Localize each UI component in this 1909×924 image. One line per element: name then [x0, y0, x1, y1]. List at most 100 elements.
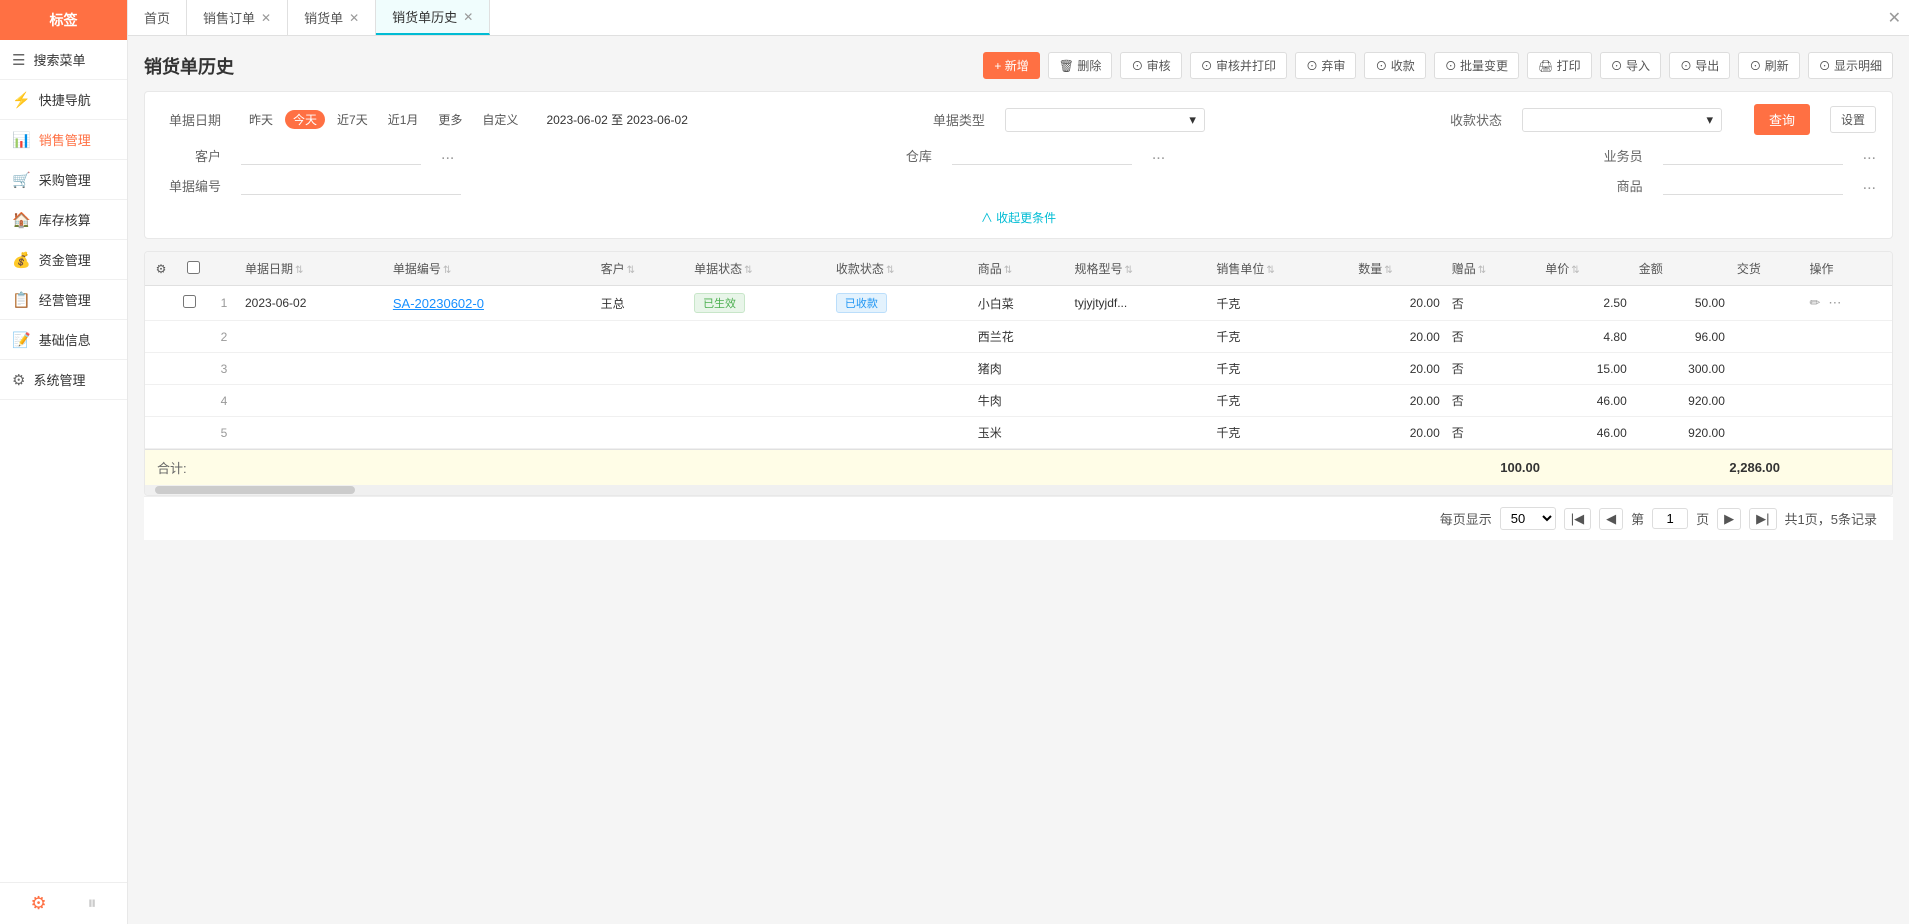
cell-check[interactable]: [177, 286, 209, 321]
row-checkbox[interactable]: [183, 295, 196, 308]
sidebar-item-label: 销售管理: [39, 130, 91, 149]
col-check-header[interactable]: [177, 252, 209, 286]
tab-sales-history[interactable]: 销货单历史 ✕: [376, 0, 490, 35]
sidebar-item-system-mgmt[interactable]: ⚙ 系统管理: [0, 360, 127, 400]
doc-no-input[interactable]: [241, 175, 461, 195]
date-filter-label: 单据日期: [161, 110, 221, 129]
col-unit-header[interactable]: 销售单位⇅: [1210, 252, 1352, 286]
tab-sales-delivery[interactable]: 销货单 ✕: [288, 0, 376, 35]
tab-sales-history-close[interactable]: ✕: [463, 10, 473, 24]
salesperson-dots[interactable]: ...: [1863, 146, 1876, 164]
col-collect-status-header[interactable]: 收款状态⇅: [830, 252, 972, 286]
col-gift-header[interactable]: 赠品⇅: [1446, 252, 1540, 286]
cell-collect-status: 已收款: [830, 286, 972, 321]
settings-button[interactable]: 设置: [1830, 106, 1876, 133]
tab-bar-close-all[interactable]: ✕: [1888, 8, 1909, 28]
export-button[interactable]: ⊙ 导出: [1669, 52, 1730, 79]
cell-action[interactable]: [1803, 321, 1892, 353]
edit-icon[interactable]: ✏: [1809, 295, 1820, 311]
tab-home[interactable]: 首页: [128, 0, 187, 35]
first-page-button[interactable]: |◀: [1564, 508, 1591, 530]
more-icon[interactable]: ⋯: [1828, 295, 1841, 311]
finance-icon: 💰: [12, 251, 31, 269]
cell-check[interactable]: [177, 321, 209, 353]
sidebar-item-operations[interactable]: 📋 经营管理: [0, 280, 127, 320]
tab-sales-delivery-close[interactable]: ✕: [349, 11, 359, 25]
customer-input[interactable]: [241, 145, 421, 165]
scrollbar-thumb[interactable]: [155, 486, 355, 494]
col-trade-header: 交货: [1731, 252, 1804, 286]
sidebar-item-finance[interactable]: 💰 资金管理: [0, 240, 127, 280]
sidebar-item-label: 系统管理: [33, 370, 85, 389]
sidebar-settings-icon[interactable]: ⚙: [30, 893, 46, 914]
display-button[interactable]: ⊙ 显示明细: [1808, 52, 1893, 79]
next-page-button[interactable]: ▶: [1717, 508, 1741, 530]
date-pill-today[interactable]: 今天: [285, 110, 325, 129]
date-pill-yesterday[interactable]: 昨天: [241, 110, 281, 129]
cell-date: [239, 385, 387, 417]
prev-page-button[interactable]: ◀: [1599, 508, 1623, 530]
goods-dots[interactable]: ...: [1863, 176, 1876, 194]
print-button[interactable]: 🖨 打印: [1527, 52, 1592, 79]
col-amount-header[interactable]: 金额: [1633, 252, 1731, 286]
collect-button[interactable]: ⊙ 收款: [1364, 52, 1425, 79]
cell-check[interactable]: [177, 417, 209, 449]
refresh-button[interactable]: ⊙ 刷新: [1738, 52, 1799, 79]
sidebar-item-sales-mgmt[interactable]: 📊 销售管理: [0, 120, 127, 160]
customer-dots[interactable]: ...: [441, 146, 454, 164]
abandon-button[interactable]: ⊙ 弃审: [1295, 52, 1356, 79]
sidebar-item-purchase-mgmt[interactable]: 🛒 采购管理: [0, 160, 127, 200]
cell-no[interactable]: SA-20230602-0: [387, 286, 595, 321]
tab-sales-order[interactable]: 销售订单 ✕: [187, 0, 288, 35]
sidebar-item-inventory[interactable]: 🏠 库存核算: [0, 200, 127, 240]
collect-status-select[interactable]: ▾: [1522, 108, 1722, 132]
warehouse-input[interactable]: [952, 145, 1132, 165]
goods-input[interactable]: [1663, 175, 1843, 195]
salesperson-input[interactable]: [1663, 145, 1843, 165]
cell-action[interactable]: [1803, 353, 1892, 385]
page-number-input[interactable]: [1652, 508, 1688, 529]
warehouse-dots[interactable]: ...: [1152, 146, 1165, 164]
col-customer-header[interactable]: 客户⇅: [595, 252, 689, 286]
new-button[interactable]: + 新增: [983, 52, 1039, 79]
col-doc-status-header[interactable]: 单据状态⇅: [688, 252, 830, 286]
doc-type-select[interactable]: ▾: [1005, 108, 1205, 132]
tab-sales-order-close[interactable]: ✕: [261, 11, 271, 25]
cell-check[interactable]: [177, 385, 209, 417]
date-pill-7days[interactable]: 近7天: [329, 110, 376, 129]
cell-customer: 王总: [595, 286, 689, 321]
col-no-header[interactable]: 单据编号⇅: [387, 252, 595, 286]
last-page-button[interactable]: ▶|: [1749, 508, 1776, 530]
col-spec-header[interactable]: 规格型号⇅: [1069, 252, 1211, 286]
per-page-select[interactable]: 50 20 100: [1500, 507, 1556, 530]
batch-change-button[interactable]: ⊙ 批量变更: [1434, 52, 1519, 79]
audit-button[interactable]: ⊙ 审核: [1120, 52, 1181, 79]
col-settings-header[interactable]: ⚙: [145, 252, 177, 286]
select-all-checkbox[interactable]: [187, 261, 200, 274]
date-pill-custom[interactable]: 自定义: [474, 110, 526, 129]
horizontal-scrollbar[interactable]: [145, 485, 1892, 495]
cell-action[interactable]: [1803, 385, 1892, 417]
sidebar-collapse-icon[interactable]: ⏸: [88, 893, 97, 914]
sidebar-item-search-menu[interactable]: ☰ 搜索菜单: [0, 40, 127, 80]
date-pill-more[interactable]: 更多: [430, 110, 470, 129]
sidebar-item-quick-nav[interactable]: ⚡ 快捷导航: [0, 80, 127, 120]
cell-action[interactable]: [1803, 417, 1892, 449]
col-goods-header[interactable]: 商品⇅: [972, 252, 1069, 286]
date-pill-1month[interactable]: 近1月: [380, 110, 427, 129]
search-menu-icon: ☰: [12, 51, 25, 69]
collapse-button[interactable]: ∧ 收起更条件: [161, 205, 1876, 226]
col-qty-header[interactable]: 数量⇅: [1352, 252, 1446, 286]
col-price-header[interactable]: 单价⇅: [1539, 252, 1633, 286]
main-area: 首页 销售订单 ✕ 销货单 ✕ 销货单历史 ✕ ✕ 销货单历史 + 新增 🗑 删…: [128, 0, 1909, 924]
sidebar-item-basic-info[interactable]: 📝 基础信息: [0, 320, 127, 360]
cell-goods: 西兰花: [972, 321, 1069, 353]
delete-button[interactable]: 🗑 删除: [1048, 52, 1113, 79]
import-button[interactable]: ⊙ 导入: [1600, 52, 1661, 79]
audit-print-button[interactable]: ⊙ 审核并打印: [1190, 52, 1287, 79]
col-date-header[interactable]: 单据日期⇅: [239, 252, 387, 286]
query-button[interactable]: 查询: [1754, 104, 1810, 135]
doc-no-link[interactable]: SA-20230602-0: [393, 296, 484, 311]
cell-action[interactable]: ✏⋯: [1803, 286, 1892, 321]
cell-check[interactable]: [177, 353, 209, 385]
